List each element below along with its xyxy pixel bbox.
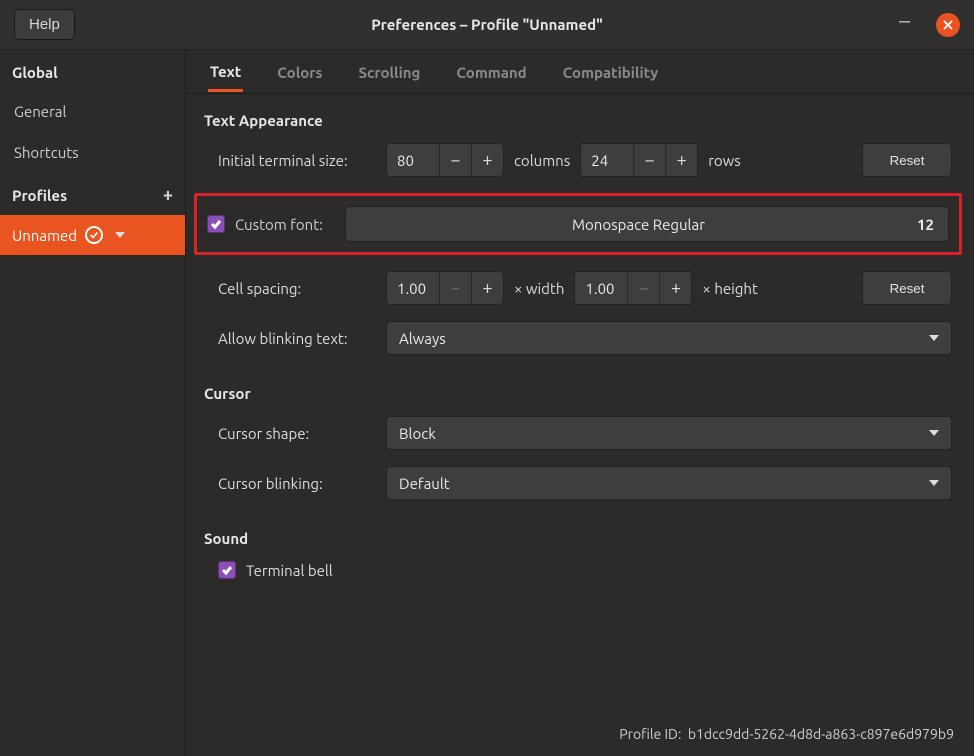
- cell-height-value: 1.00: [575, 280, 627, 297]
- columns-spinner[interactable]: 80 − +: [386, 143, 504, 177]
- columns-decrement[interactable]: −: [439, 144, 471, 176]
- sidebar-header-profiles: Profiles +: [0, 173, 185, 215]
- sidebar-item-shortcuts[interactable]: Shortcuts: [0, 132, 185, 173]
- sidebar-profiles-label: Profiles: [12, 187, 67, 204]
- row-terminal-bell: Terminal bell: [204, 561, 952, 579]
- cell-width-increment[interactable]: +: [471, 272, 503, 304]
- profile-id-footer: Profile ID: b1dcc9dd-5262-4d8d-a863-c897…: [619, 726, 954, 742]
- row-cursor-shape: Cursor shape: Block: [204, 416, 952, 450]
- tab-command[interactable]: Command: [454, 52, 528, 91]
- blinking-text-value: Always: [399, 330, 446, 347]
- blinking-text-select[interactable]: Always: [386, 321, 952, 355]
- tab-compatibility[interactable]: Compatibility: [561, 52, 661, 91]
- cursor-blinking-value: Default: [399, 475, 450, 492]
- add-profile-button[interactable]: +: [163, 185, 173, 205]
- tab-text[interactable]: Text: [208, 51, 243, 92]
- reset-cell-spacing-button[interactable]: Reset: [862, 271, 952, 305]
- row-cursor-blinking: Cursor blinking: Default: [204, 466, 952, 500]
- section-sound: Sound: [204, 530, 952, 547]
- cell-height-unit: × height: [702, 280, 757, 297]
- label-cell-spacing: Cell spacing:: [204, 280, 386, 297]
- row-initial-size: Initial terminal size: 80 − + columns 24…: [204, 143, 952, 177]
- close-icon: [943, 20, 953, 30]
- label-cursor-shape: Cursor shape:: [204, 425, 386, 442]
- titlebar: Help Preferences – Profile "Unnamed" –: [0, 0, 974, 50]
- cell-height-decrement[interactable]: −: [627, 272, 659, 304]
- row-custom-font: Custom font: Monospace Regular 12: [194, 193, 962, 255]
- label-initial-size: Initial terminal size:: [204, 152, 386, 169]
- row-cell-spacing: Cell spacing: 1.00 − + × width 1.00 − + …: [204, 271, 952, 305]
- main-pane: Text Colors Scrolling Command Compatibil…: [186, 50, 974, 756]
- sidebar-profile-label: Unnamed: [12, 227, 77, 244]
- profile-id-label: Profile ID:: [619, 726, 681, 742]
- chevron-down-icon: [929, 480, 939, 486]
- cell-width-decrement[interactable]: −: [439, 272, 471, 304]
- profile-menu-caret-icon[interactable]: [115, 232, 125, 238]
- rows-increment[interactable]: +: [665, 144, 697, 176]
- terminal-bell-label: Terminal bell: [246, 562, 333, 579]
- custom-font-checkbox[interactable]: [207, 215, 225, 233]
- check-icon: [210, 218, 222, 230]
- rows-unit: rows: [708, 152, 741, 169]
- sidebar-item-general[interactable]: General: [0, 91, 185, 132]
- rows-spinner[interactable]: 24 − +: [580, 143, 698, 177]
- check-icon: [221, 564, 233, 576]
- cell-height-increment[interactable]: +: [659, 272, 691, 304]
- tab-colors[interactable]: Colors: [275, 52, 324, 91]
- cursor-blinking-select[interactable]: Default: [386, 466, 952, 500]
- terminal-bell-checkbox[interactable]: [218, 561, 236, 579]
- rows-decrement[interactable]: −: [633, 144, 665, 176]
- section-text-appearance: Text Appearance: [204, 112, 952, 129]
- cell-height-spinner[interactable]: 1.00 − +: [574, 271, 692, 305]
- chevron-down-icon: [929, 430, 939, 436]
- sidebar-profile-unnamed[interactable]: Unnamed: [0, 215, 185, 255]
- section-cursor: Cursor: [204, 385, 952, 402]
- tab-body: Text Appearance Initial terminal size: 8…: [186, 94, 974, 756]
- custom-font-chooser[interactable]: Monospace Regular 12: [345, 206, 949, 242]
- label-blinking-text: Allow blinking text:: [204, 330, 386, 347]
- window-controls: –: [899, 12, 960, 37]
- cell-width-unit: × width: [514, 280, 564, 297]
- tab-bar: Text Colors Scrolling Command Compatibil…: [186, 50, 974, 94]
- profile-default-indicator-icon: [85, 226, 103, 244]
- help-menu-button[interactable]: Help: [14, 9, 75, 40]
- cursor-shape-select[interactable]: Block: [386, 416, 952, 450]
- row-blinking-text: Allow blinking text: Always: [204, 321, 952, 355]
- window-title: Preferences – Profile "Unnamed": [0, 16, 974, 33]
- custom-font-label: Custom font:: [235, 216, 323, 233]
- columns-unit: columns: [514, 152, 570, 169]
- chevron-down-icon: [929, 335, 939, 341]
- minimize-button[interactable]: –: [899, 8, 910, 33]
- cursor-shape-value: Block: [399, 425, 436, 442]
- columns-increment[interactable]: +: [471, 144, 503, 176]
- sidebar-header-global: Global: [0, 50, 185, 91]
- font-size: 12: [917, 216, 934, 233]
- close-button[interactable]: [936, 13, 960, 37]
- columns-value: 80: [387, 152, 439, 169]
- tab-scrolling[interactable]: Scrolling: [357, 52, 423, 91]
- font-name: Monospace Regular: [360, 216, 917, 233]
- label-cursor-blinking: Cursor blinking:: [204, 475, 386, 492]
- rows-value: 24: [581, 152, 633, 169]
- reset-size-button[interactable]: Reset: [862, 143, 952, 177]
- cell-width-value: 1.00: [387, 280, 439, 297]
- profile-id-value: b1dcc9dd-5262-4d8d-a863-c897e6d979b9: [688, 726, 954, 742]
- sidebar: Global General Shortcuts Profiles + Unna…: [0, 50, 186, 756]
- cell-width-spinner[interactable]: 1.00 − +: [386, 271, 504, 305]
